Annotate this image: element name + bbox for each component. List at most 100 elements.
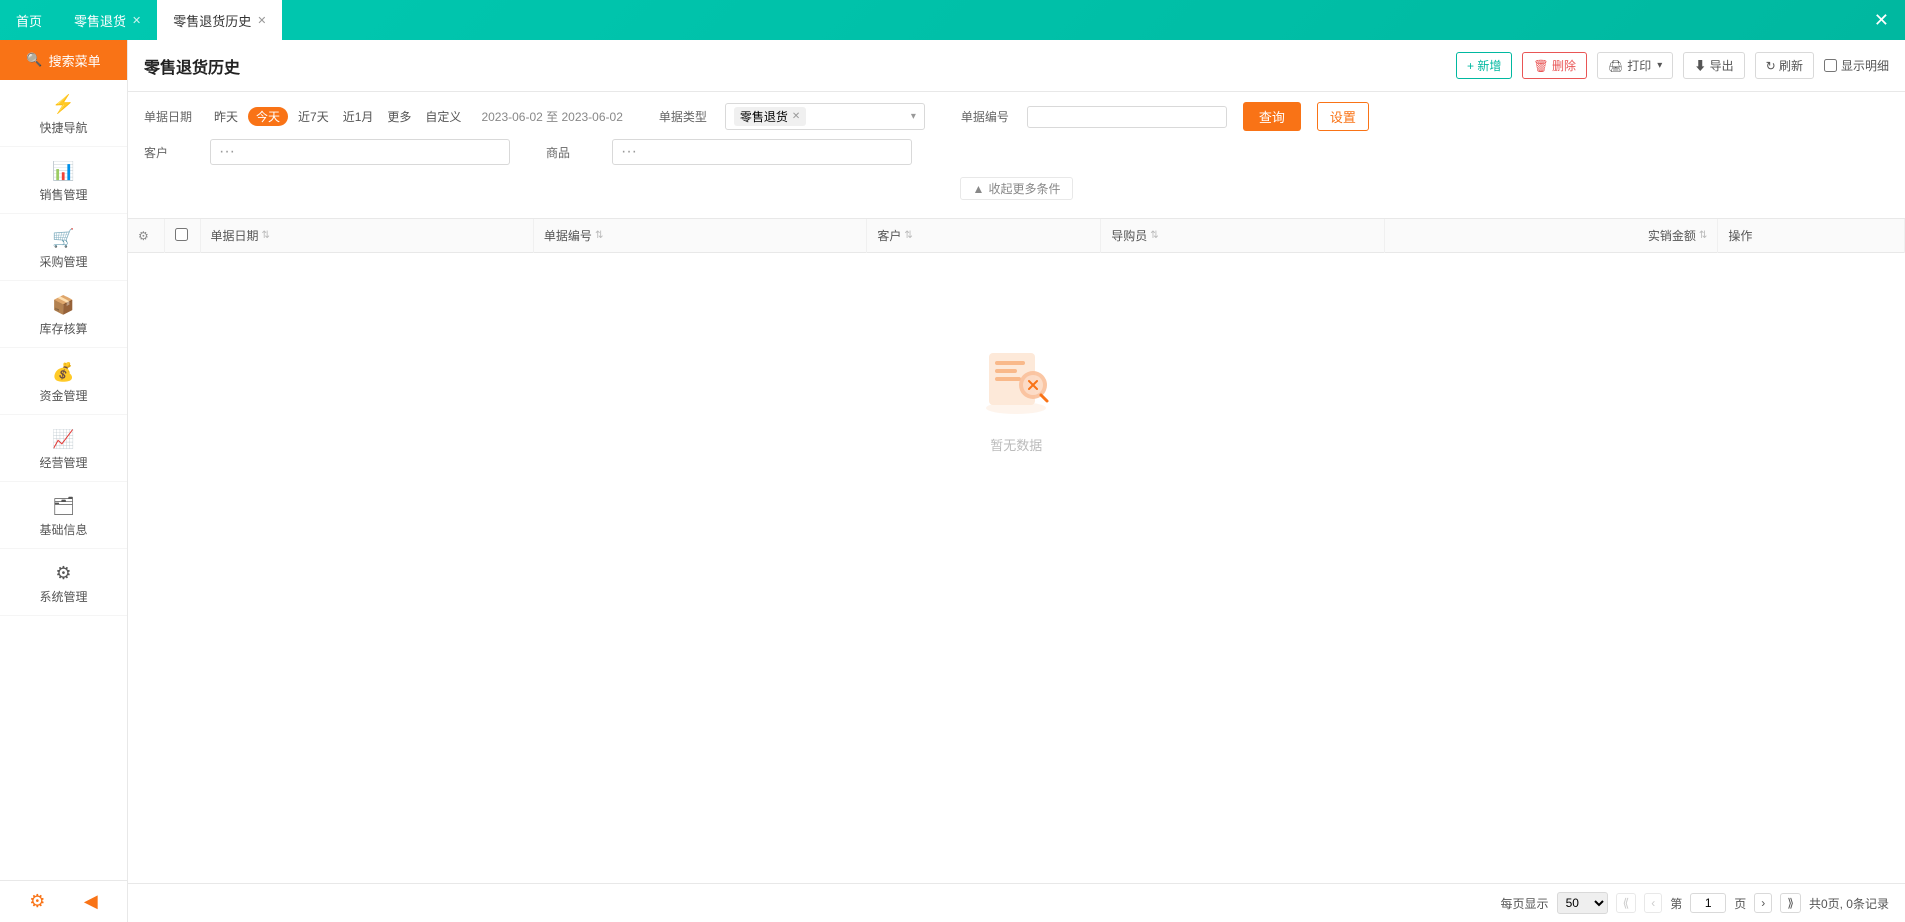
th-number-label: 单据编号 xyxy=(544,227,592,244)
top-bar: 首页零售退货 ✕ 零售退货历史 ✕ ✕ xyxy=(0,0,1905,40)
nav-label-快捷导航: 快捷导航 xyxy=(39,119,87,136)
th-guide-label: 导购员 xyxy=(1111,227,1147,244)
collapse-more-label: 收起更多条件 xyxy=(988,180,1060,197)
th-action-label: 操作 xyxy=(1728,229,1752,243)
page-title: 零售退货历史 xyxy=(144,54,240,78)
export-button[interactable]: ⬇ 导出 xyxy=(1683,52,1744,79)
refresh-button[interactable]: ↻ 刷新 xyxy=(1755,52,1814,79)
date-filter-label: 单据日期 xyxy=(144,108,194,125)
print-icon: 🖨 xyxy=(1608,59,1623,73)
add-button[interactable]: + 新增 xyxy=(1456,52,1512,79)
nav-icon-基础信息: 🗂 xyxy=(52,496,75,517)
column-settings-icon[interactable]: ⚙ xyxy=(138,229,149,243)
date-filter-buttons: 昨天 今天 近7天 近1月 更多 自定义 xyxy=(210,107,465,126)
th-amount-sort-icon[interactable]: ⇅ xyxy=(1699,230,1707,241)
nav-item-资金管理[interactable]: 💰 资金管理 xyxy=(0,348,127,415)
nav-item-基础信息[interactable]: 🗂 基础信息 xyxy=(0,482,127,549)
empty-state-icon xyxy=(971,333,1061,423)
date-btn-today[interactable]: 今天 xyxy=(248,107,288,126)
th-customer-sort-icon[interactable]: ⇅ xyxy=(904,230,912,241)
date-btn-custom[interactable]: 自定义 xyxy=(421,107,465,126)
date-btn-more[interactable]: 更多 xyxy=(383,107,415,126)
collapse-sidebar-icon[interactable]: ◀ xyxy=(84,891,98,912)
th-customer: 客户 ⇅ xyxy=(867,219,1101,253)
table-header-row: ⚙ 单据日期 ⇅ 单据编号 xyxy=(128,219,1905,253)
layout: 🔍 搜索菜单 ⚡ 快捷导航 📊 销售管理 🛒 采购管理 📦 库存核算 💰 资金管… xyxy=(0,40,1905,922)
th-settings: ⚙ xyxy=(128,219,164,253)
page-title-row: 零售退货历史 + 新增 🗑 删除 🖨 打印 ▾ ⬇ 导出 ↻ 刷新 显示明细 xyxy=(144,52,1889,79)
sidebar: 🔍 搜索菜单 ⚡ 快捷导航 📊 销售管理 🛒 采购管理 📦 库存核算 💰 资金管… xyxy=(0,40,128,922)
page-next-button[interactable]: › xyxy=(1754,893,1772,913)
date-range-display: 2023-06-02 至 2023-06-02 xyxy=(481,108,622,125)
sidebar-bottom: ⚙ ◀ xyxy=(0,880,127,922)
page-size-select[interactable]: 50 20 100 xyxy=(1557,892,1608,914)
th-date-label: 单据日期 xyxy=(211,227,259,244)
th-guide-sort-icon[interactable]: ⇅ xyxy=(1150,230,1158,241)
nav-icon-快捷导航: ⚡ xyxy=(52,94,74,115)
page-first-button[interactable]: ⟪ xyxy=(1616,893,1637,913)
toolbar: + 新增 🗑 删除 🖨 打印 ▾ ⬇ 导出 ↻ 刷新 显示明细 xyxy=(1456,52,1889,79)
nav-icon-经营管理: 📈 xyxy=(52,429,74,450)
display-detail-checkbox[interactable] xyxy=(1824,59,1837,72)
tab-close-icon[interactable]: ✕ xyxy=(132,14,141,27)
nav-icon-销售管理: 📊 xyxy=(52,161,74,182)
empty-state: 暂无数据 xyxy=(128,253,1905,534)
customer-filter-input[interactable]: ··· xyxy=(210,139,510,165)
print-button[interactable]: 🖨 打印 ▾ xyxy=(1597,52,1673,79)
goods-dots: ··· xyxy=(621,143,637,161)
search-icon: 🔍 xyxy=(26,52,42,68)
type-dropdown-arrow: ▾ xyxy=(911,111,916,122)
display-detail-toggle[interactable]: 显示明细 xyxy=(1824,57,1889,74)
filter-area: 单据日期 昨天 今天 近7天 近1月 更多 自定义 2023-06-02 至 2… xyxy=(128,92,1905,219)
date-btn-1month[interactable]: 近1月 xyxy=(339,107,378,126)
tab-close-icon[interactable]: ✕ xyxy=(257,14,266,27)
number-filter-input[interactable] xyxy=(1027,106,1227,128)
type-tag-close[interactable]: ✕ xyxy=(792,111,800,122)
page-label: 第 xyxy=(1670,895,1682,912)
th-amount: 实销金额 ⇅ xyxy=(1384,219,1717,253)
nav-item-系统管理[interactable]: ⚙ 系统管理 xyxy=(0,549,127,616)
delete-button[interactable]: 🗑 删除 xyxy=(1522,52,1587,79)
sidebar-search-label: 搜索菜单 xyxy=(49,51,101,70)
page-last-button[interactable]: ⟫ xyxy=(1780,893,1801,913)
nav-item-库存核算[interactable]: 📦 库存核算 xyxy=(0,281,127,348)
query-button[interactable]: 查询 xyxy=(1243,102,1301,131)
collapse-more-button[interactable]: ▲ 收起更多条件 xyxy=(960,177,1074,200)
nav-icon-库存核算: 📦 xyxy=(52,295,74,316)
type-filter-select[interactable]: 零售退货 ✕ ▾ xyxy=(725,103,925,130)
nav-item-销售管理[interactable]: 📊 销售管理 xyxy=(0,147,127,214)
page-size-label: 每页显示 xyxy=(1501,895,1549,912)
select-all-checkbox[interactable] xyxy=(175,228,188,241)
nav-label-库存核算: 库存核算 xyxy=(39,320,87,337)
nav-item-采购管理[interactable]: 🛒 采购管理 xyxy=(0,214,127,281)
goods-filter-input[interactable]: ··· xyxy=(612,139,912,165)
number-filter-label: 单据编号 xyxy=(961,108,1011,125)
date-btn-7days[interactable]: 近7天 xyxy=(294,107,333,126)
empty-state-text: 暂无数据 xyxy=(990,435,1042,454)
th-date-sort-icon[interactable]: ⇅ xyxy=(262,230,270,241)
table-body: 暂无数据 xyxy=(128,253,1905,535)
settings-bottom-icon[interactable]: ⚙ xyxy=(29,891,45,912)
th-guide: 导购员 ⇅ xyxy=(1101,219,1385,253)
page-number-input[interactable] xyxy=(1690,893,1726,913)
nav-item-经营管理[interactable]: 📈 经营管理 xyxy=(0,415,127,482)
tab-零售退货[interactable]: 零售退货 ✕ xyxy=(58,0,157,40)
date-btn-yesterday[interactable]: 昨天 xyxy=(210,107,242,126)
th-number: 单据编号 ⇅ xyxy=(533,219,866,253)
tab-首页[interactable]: 首页 xyxy=(0,0,58,40)
collapse-more-row: ▲ 收起更多条件 xyxy=(144,173,1889,208)
page-prev-button[interactable]: ‹ xyxy=(1644,893,1662,913)
nav-item-快捷导航[interactable]: ⚡ 快捷导航 xyxy=(0,80,127,147)
settings-button[interactable]: 设置 xyxy=(1317,102,1369,131)
tab-label: 零售退货历史 xyxy=(173,11,251,30)
print-dropdown-icon: ▾ xyxy=(1657,60,1662,71)
tab-label: 零售退货 xyxy=(74,11,126,30)
sidebar-search-button[interactable]: 🔍 搜索菜单 xyxy=(0,40,127,80)
sidebar-nav: ⚡ 快捷导航 📊 销售管理 🛒 采购管理 📦 库存核算 💰 资金管理 📈 经营管… xyxy=(0,80,127,880)
window-close-button[interactable]: ✕ xyxy=(1858,10,1905,31)
tab-零售退货历史[interactable]: 零售退货历史 ✕ xyxy=(157,0,282,40)
table-area: ⚙ 单据日期 ⇅ 单据编号 xyxy=(128,219,1905,883)
th-number-sort-icon[interactable]: ⇅ xyxy=(595,230,603,241)
type-tag-label: 零售退货 xyxy=(740,108,788,125)
nav-icon-采购管理: 🛒 xyxy=(52,228,74,249)
